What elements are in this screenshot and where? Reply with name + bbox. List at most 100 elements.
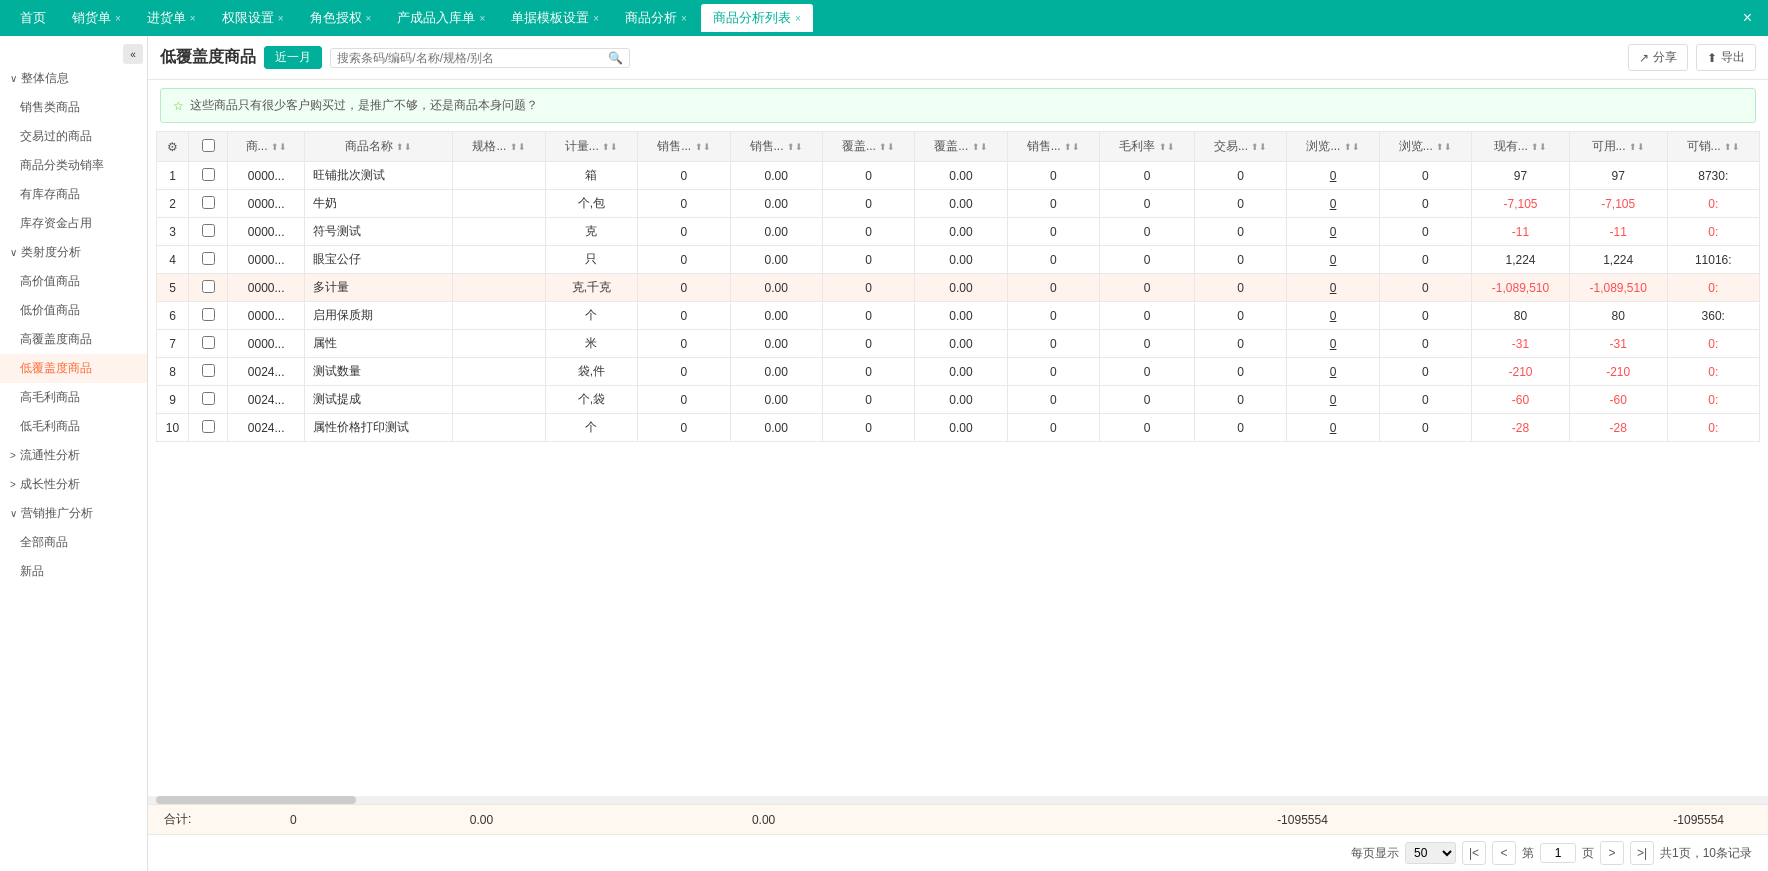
nav-tab-home[interactable]: 首页 — [8, 4, 58, 32]
th-sales-qty[interactable]: 销售... ⬆⬇ — [638, 132, 730, 162]
row-checkbox[interactable] — [189, 218, 228, 246]
th-settings[interactable]: ⚙ — [157, 132, 189, 162]
nav-tab-permission[interactable]: 权限设置 × — [210, 4, 296, 32]
sidebar-item-in-stock[interactable]: 有库存商品 — [0, 180, 147, 209]
th-cover2[interactable]: 覆盖... ⬆⬇ — [915, 132, 1007, 162]
select-all-checkbox[interactable] — [202, 139, 215, 152]
th-gross-rate[interactable]: 毛利率 ⬆⬇ — [1100, 132, 1195, 162]
sidebar-item-low-coverage[interactable]: 低覆盖度商品 — [0, 354, 147, 383]
close-icon[interactable]: × — [115, 13, 121, 24]
sidebar-item-traded-goods[interactable]: 交易过的商品 — [0, 122, 147, 151]
search-icon[interactable]: 🔍 — [608, 51, 623, 65]
row-checkbox[interactable] — [189, 246, 228, 274]
sidebar-item-high-value[interactable]: 高价值商品 — [0, 267, 147, 296]
page-number-input[interactable] — [1540, 843, 1576, 863]
row-checkbox[interactable] — [189, 162, 228, 190]
close-icon[interactable]: × — [795, 13, 801, 24]
th-current-stock[interactable]: 现有... ⬆⬇ — [1472, 132, 1570, 162]
export-button[interactable]: ⬆ 导出 — [1696, 44, 1756, 71]
th-name[interactable]: 商品名称 ⬆⬇ — [305, 132, 453, 162]
row-checkbox[interactable] — [189, 274, 228, 302]
th-trade[interactable]: 交易... ⬆⬇ — [1195, 132, 1287, 162]
sidebar-item-stock-capital[interactable]: 库存资金占用 — [0, 209, 147, 238]
search-input[interactable] — [337, 51, 604, 65]
row-browse1[interactable]: 0 — [1287, 246, 1379, 274]
prev-page-button[interactable]: < — [1492, 841, 1516, 865]
row-browse1[interactable]: 0 — [1287, 190, 1379, 218]
row-checkbox[interactable] — [189, 190, 228, 218]
row-checkbox[interactable] — [189, 386, 228, 414]
row-browse1[interactable]: 0 — [1287, 162, 1379, 190]
last-page-button[interactable]: >| — [1630, 841, 1654, 865]
th-checkbox[interactable] — [189, 132, 228, 162]
sidebar-section-coverage[interactable]: ∨ 类射度分析 — [0, 238, 147, 267]
th-browse2[interactable]: 浏览... ⬆⬇ — [1379, 132, 1471, 162]
close-icon[interactable]: × — [593, 13, 599, 24]
nav-tab-sales[interactable]: 销货单 × — [60, 4, 133, 32]
sidebar-item-low-margin[interactable]: 低毛利商品 — [0, 412, 147, 441]
row-browse1[interactable]: 0 — [1287, 218, 1379, 246]
page-size-select[interactable]: 50 100 200 — [1405, 842, 1456, 864]
th-available[interactable]: 可用... ⬆⬇ — [1569, 132, 1667, 162]
row-select-checkbox[interactable] — [202, 224, 215, 237]
sidebar-item-all-goods[interactable]: 全部商品 — [0, 528, 147, 557]
th-code[interactable]: 商... ⬆⬇ — [228, 132, 305, 162]
row-browse1[interactable]: 0 — [1287, 386, 1379, 414]
share-button[interactable]: ↗ 分享 — [1628, 44, 1688, 71]
close-all-tabs-button[interactable]: × — [1735, 9, 1760, 27]
close-icon[interactable]: × — [479, 13, 485, 24]
nav-tab-product-analysis-list[interactable]: 商品分析列表 × — [701, 4, 813, 32]
row-select-checkbox[interactable] — [202, 392, 215, 405]
row-browse1[interactable]: 0 — [1287, 358, 1379, 386]
th-sales-amt[interactable]: 销售... ⬆⬇ — [730, 132, 822, 162]
th-saleable[interactable]: 可销... ⬆⬇ — [1667, 132, 1759, 162]
sidebar-item-new-goods[interactable]: 新品 — [0, 557, 147, 586]
scrollbar-thumb[interactable] — [156, 796, 356, 804]
th-unit[interactable]: 计量... ⬆⬇ — [545, 132, 637, 162]
th-cover1[interactable]: 覆盖... ⬆⬇ — [822, 132, 914, 162]
sidebar-collapse-button[interactable]: « — [123, 44, 143, 64]
sidebar-section-overall[interactable]: ∨ 整体信息 — [0, 64, 147, 93]
th-spec[interactable]: 规格... ⬆⬇ — [453, 132, 545, 162]
close-icon[interactable]: × — [278, 13, 284, 24]
sidebar-item-high-coverage[interactable]: 高覆盖度商品 — [0, 325, 147, 354]
close-icon[interactable]: × — [366, 13, 372, 24]
row-browse1[interactable]: 0 — [1287, 274, 1379, 302]
th-browse1[interactable]: 浏览... ⬆⬇ — [1287, 132, 1379, 162]
nav-tab-product-warehouse[interactable]: 产成品入库单 × — [385, 4, 497, 32]
row-checkbox[interactable] — [189, 302, 228, 330]
row-browse1[interactable]: 0 — [1287, 330, 1379, 358]
horizontal-scrollbar[interactable] — [148, 796, 1768, 804]
row-select-checkbox[interactable] — [202, 196, 215, 209]
row-checkbox[interactable] — [189, 330, 228, 358]
table-wrapper[interactable]: ⚙ 商... ⬆⬇ 商品名称 ⬆⬇ 规格... ⬆⬇ 计量... ⬆⬇ 销售..… — [148, 131, 1768, 796]
row-select-checkbox[interactable] — [202, 336, 215, 349]
row-select-checkbox[interactable] — [202, 168, 215, 181]
row-select-checkbox[interactable] — [202, 308, 215, 321]
nav-tab-role[interactable]: 角色授权 × — [298, 4, 384, 32]
nav-tab-template[interactable]: 单据模板设置 × — [499, 4, 611, 32]
nav-tab-purchase[interactable]: 进货单 × — [135, 4, 208, 32]
row-checkbox[interactable] — [189, 358, 228, 386]
sidebar-item-low-value[interactable]: 低价值商品 — [0, 296, 147, 325]
sidebar-item-category-rate[interactable]: 商品分类动销率 — [0, 151, 147, 180]
sidebar-section-flow[interactable]: > 流通性分析 — [0, 441, 147, 470]
row-browse1[interactable]: 0 — [1287, 302, 1379, 330]
row-checkbox[interactable] — [189, 414, 228, 442]
th-sales3[interactable]: 销售... ⬆⬇ — [1007, 132, 1099, 162]
nav-tab-product-analysis[interactable]: 商品分析 × — [613, 4, 699, 32]
first-page-button[interactable]: |< — [1462, 841, 1486, 865]
next-page-button[interactable]: > — [1600, 841, 1624, 865]
sidebar-item-high-margin[interactable]: 高毛利商品 — [0, 383, 147, 412]
filter-recent-month-button[interactable]: 近一月 — [264, 46, 322, 69]
sidebar-section-growth[interactable]: > 成长性分析 — [0, 470, 147, 499]
row-select-checkbox[interactable] — [202, 364, 215, 377]
close-icon[interactable]: × — [681, 13, 687, 24]
row-browse1[interactable]: 0 — [1287, 414, 1379, 442]
row-select-checkbox[interactable] — [202, 280, 215, 293]
row-select-checkbox[interactable] — [202, 420, 215, 433]
sidebar-item-sales-goods[interactable]: 销售类商品 — [0, 93, 147, 122]
row-select-checkbox[interactable] — [202, 252, 215, 265]
close-icon[interactable]: × — [190, 13, 196, 24]
sidebar-section-marketing[interactable]: ∨ 营销推广分析 — [0, 499, 147, 528]
